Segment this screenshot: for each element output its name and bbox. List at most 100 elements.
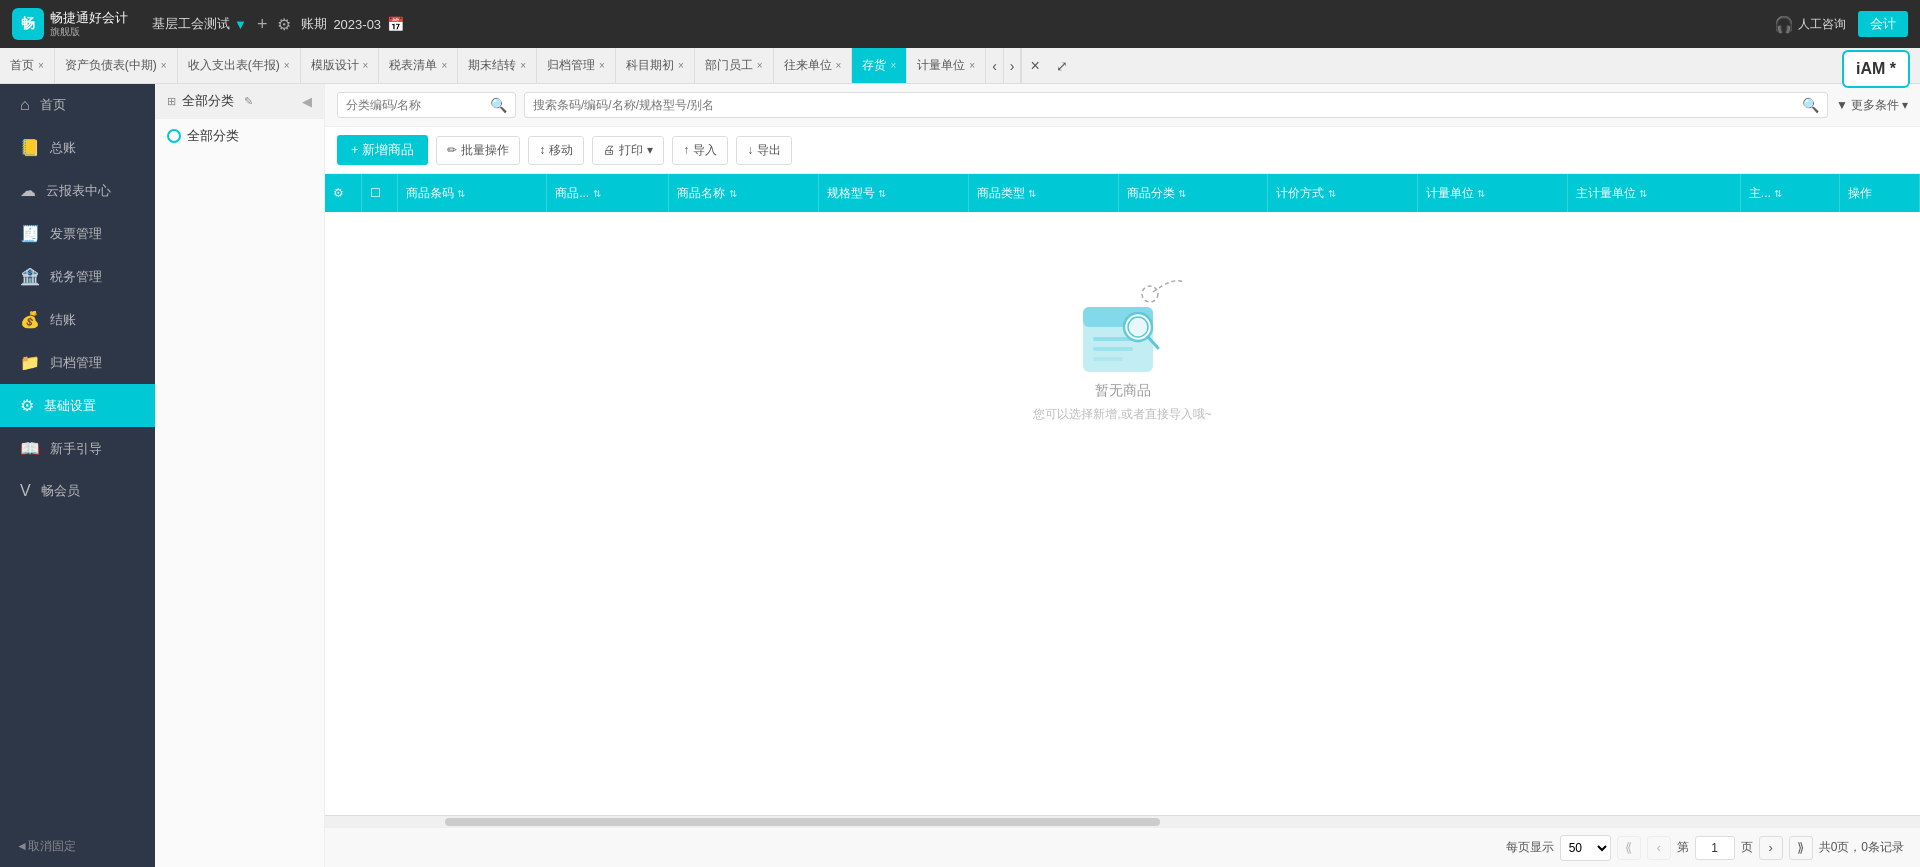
sidebar-item-basic-settings[interactable]: ⚙ 基础设置 (0, 384, 155, 427)
sidebar-item-invoice[interactable]: 🧾 发票管理 (0, 212, 155, 255)
guide-icon: 📖 (20, 439, 40, 458)
tab-archive[interactable]: 归档管理 × (537, 48, 616, 84)
collapse-left-panel-button[interactable]: ◀ (302, 94, 312, 109)
sidebar-item-home[interactable]: ⌂ 首页 (0, 84, 155, 126)
export-button[interactable]: ↓ 导出 (736, 136, 792, 165)
sort-icon: ⇅ (729, 188, 737, 199)
tab-close-transaction-unit[interactable]: × (836, 60, 842, 71)
sort-icon: ⇅ (878, 188, 886, 199)
tab-close-tax-list[interactable]: × (441, 60, 447, 71)
product-table: ⚙ ☐ 商品条码 ⇅ 商品... ⇅ (325, 174, 1920, 212)
settings-button[interactable]: ⚙ (277, 15, 291, 34)
sidebar-footer-unpin[interactable]: ◄取消固定 (0, 826, 155, 867)
tab-close-archive[interactable]: × (599, 60, 605, 71)
tab-transaction-unit[interactable]: 往来单位 × (774, 48, 853, 84)
col-product-name[interactable]: 商品名称 ⇅ (669, 174, 819, 212)
col-barcode[interactable]: 商品条码 ⇅ (397, 174, 547, 212)
empty-illustration (1058, 272, 1188, 382)
chevron-down-icon: ▼ (234, 17, 247, 32)
tab-template-design[interactable]: 模版设计 × (301, 48, 380, 84)
col-settings[interactable]: ⚙ (325, 174, 361, 212)
tab-dept-staff[interactable]: 部门员工 × (695, 48, 774, 84)
sidebar-item-tax[interactable]: 🏦 税务管理 (0, 255, 155, 298)
tax-icon: 🏦 (20, 267, 40, 286)
move-button[interactable]: ↕ 移动 (528, 136, 584, 165)
settlement-icon: 💰 (20, 310, 40, 329)
tab-close-subject-init[interactable]: × (678, 60, 684, 71)
account-button[interactable]: 会计 (1858, 11, 1908, 37)
per-page-select[interactable]: 50 100 200 (1560, 835, 1611, 861)
tab-close-income-annual[interactable]: × (284, 60, 290, 71)
sidebar-item-beginner-guide[interactable]: 📖 新手引导 (0, 427, 155, 470)
col-checkbox[interactable]: ☐ (361, 174, 397, 212)
left-panel-all-category[interactable]: 全部分类 (155, 119, 324, 153)
tab-period-transfer[interactable]: 期末结转 × (458, 48, 537, 84)
tab-close-all-button[interactable]: × (1021, 48, 1047, 84)
new-product-button[interactable]: + 新增商品 (337, 135, 428, 165)
product-search-input[interactable] (533, 98, 1798, 112)
home-icon: ⌂ (20, 96, 30, 114)
edit-classification-icon[interactable]: ✎ (244, 95, 253, 108)
sort-icon: ⇅ (1028, 188, 1036, 199)
calendar-icon[interactable]: 📅 (387, 16, 404, 32)
category-search-button[interactable]: 🔍 (490, 97, 507, 113)
tab-balance-mid[interactable]: 资产负债表(中期) × (55, 48, 178, 84)
filter-icon: ▼ (1836, 98, 1848, 112)
tab-close-inventory[interactable]: × (890, 60, 896, 71)
logo-text: 畅捷通好会计 旗舰版 (50, 10, 128, 38)
col-main-unit[interactable]: 主计量单位 ⇅ (1567, 174, 1740, 212)
tab-close-dept-staff[interactable]: × (757, 60, 763, 71)
tab-expand-button[interactable]: ⤢ (1048, 48, 1076, 84)
page-last-button[interactable]: ⟫ (1789, 836, 1813, 860)
period-area: 账期 2023-03 📅 (301, 15, 404, 33)
sort-icon: ⇅ (1477, 188, 1485, 199)
col-measure-unit[interactable]: 计量单位 ⇅ (1417, 174, 1567, 212)
category-search-input[interactable] (346, 98, 486, 112)
sidebar-item-member[interactable]: V 畅会员 (0, 470, 155, 512)
import-button[interactable]: ↑ 导入 (672, 136, 728, 165)
col-main-abbr[interactable]: 主... ⇅ (1740, 174, 1839, 212)
page-first-button[interactable]: ⟪ (1617, 836, 1641, 860)
category-search-wrap: 🔍 (337, 92, 516, 118)
sidebar-item-cloud-report[interactable]: ☁ 云报表中心 (0, 169, 155, 212)
page-prev-button[interactable]: ‹ (1647, 836, 1671, 860)
print-button[interactable]: 🖨 打印 ▾ (592, 136, 664, 165)
tab-close-balance-mid[interactable]: × (161, 60, 167, 71)
table-header-row: ⚙ ☐ 商品条码 ⇅ 商品... ⇅ (325, 174, 1920, 212)
col-spec-model[interactable]: 规格型号 ⇅ (819, 174, 969, 212)
logo-icon: 畅 (12, 8, 44, 40)
product-search-button[interactable]: 🔍 (1802, 97, 1819, 113)
tab-inventory[interactable]: 存货 × (852, 48, 907, 84)
tab-subject-init[interactable]: 科目期初 × (616, 48, 695, 84)
col-product-code[interactable]: 商品... ⇅ (547, 174, 669, 212)
tab-tax-list[interactable]: 税表清单 × (379, 48, 458, 84)
col-product-type[interactable]: 商品类型 ⇅ (968, 174, 1118, 212)
print-arrow-icon: ▾ (647, 143, 653, 157)
move-icon: ↕ (539, 143, 545, 157)
sidebar-item-settlement[interactable]: 💰 结账 (0, 298, 155, 341)
sort-icon: ⇅ (1639, 188, 1647, 199)
company-selector[interactable]: 基层工会测试 ▼ (152, 15, 247, 33)
tab-measure-unit[interactable]: 计量单位 × (907, 48, 986, 84)
tab-close-template-design[interactable]: × (363, 60, 369, 71)
tab-prev-button[interactable]: ‹ (986, 48, 1004, 84)
add-tab-button[interactable]: + (257, 14, 268, 35)
sidebar-item-archive[interactable]: 📁 归档管理 (0, 341, 155, 384)
iam-badge: iAM * (1842, 50, 1910, 88)
batch-operation-button[interactable]: ✏ 批量操作 (436, 136, 520, 165)
col-product-category[interactable]: 商品分类 ⇅ (1118, 174, 1268, 212)
col-price-method[interactable]: 计价方式 ⇅ (1268, 174, 1418, 212)
tab-homepage[interactable]: 首页 × (0, 48, 55, 84)
tab-close-measure-unit[interactable]: × (969, 60, 975, 71)
tab-income-annual[interactable]: 收入支出表(年报) × (178, 48, 301, 84)
tab-close-period-transfer[interactable]: × (520, 60, 526, 71)
horizontal-scrollbar[interactable] (325, 815, 1920, 827)
empty-state: 暂无商品 您可以选择新增,或者直接导入哦~ (325, 212, 1920, 483)
more-filter-button[interactable]: ▼ 更多条件 ▾ (1836, 97, 1908, 114)
human-service-button[interactable]: 🎧 人工咨询 (1774, 15, 1846, 34)
sidebar-item-ledger[interactable]: 📒 总账 (0, 126, 155, 169)
page-number-input[interactable] (1695, 836, 1735, 860)
tab-close-homepage[interactable]: × (38, 60, 44, 71)
page-next-button[interactable]: › (1759, 836, 1783, 860)
tab-next-button[interactable]: › (1004, 48, 1022, 84)
